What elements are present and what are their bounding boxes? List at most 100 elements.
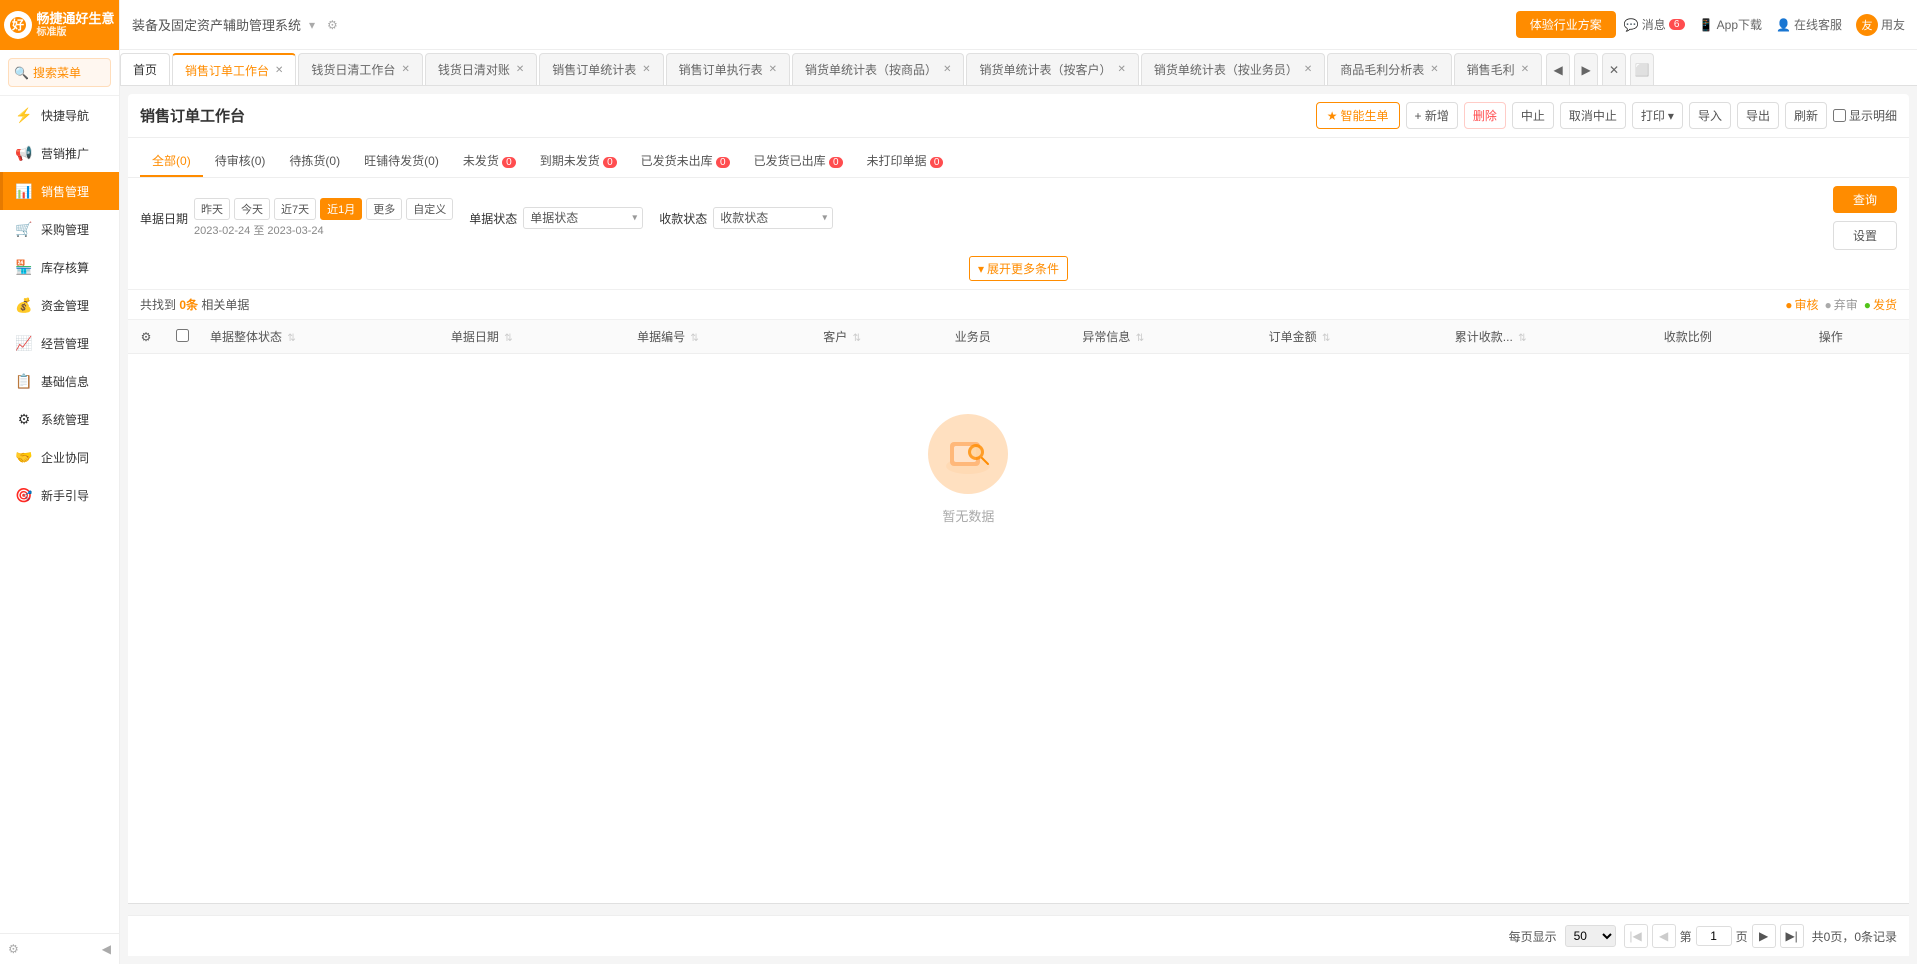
sub-tab-pending-review[interactable]: 待审核(0) <box>203 146 278 177</box>
sidebar-item-inventory[interactable]: 🏪 库存核算 <box>0 248 119 286</box>
tab-overflow-prev[interactable]: ◀ <box>1546 53 1570 85</box>
tab-close-sales-gross[interactable]: ✕ <box>1521 64 1529 75</box>
tab-close-cash-reconcile[interactable]: ✕ <box>516 64 524 75</box>
sidebar-item-basic[interactable]: 📋 基础信息 <box>0 362 119 400</box>
tab-close-sales-stat-by-product[interactable]: ✕ <box>943 64 951 75</box>
tab-sales-gross[interactable]: 销售毛利 ✕ <box>1454 53 1542 85</box>
sort-amount-icon[interactable]: ⇅ <box>1322 333 1330 344</box>
sort-date-icon[interactable]: ⇅ <box>504 333 512 344</box>
th-settings[interactable]: ⚙ <box>128 320 164 354</box>
topbar-settings-icon[interactable]: ⚙ <box>327 18 338 32</box>
import-button[interactable]: 导入 <box>1689 102 1731 129</box>
message-button[interactable]: 💬 消息 6 <box>1624 16 1685 33</box>
date-btn-1month[interactable]: 近1月 <box>320 198 362 220</box>
status-select[interactable]: 单据状态 <box>523 207 643 229</box>
date-btn-today[interactable]: 今天 <box>234 198 270 220</box>
app-download-button[interactable]: 📱 App下载 <box>1699 16 1762 33</box>
next-page-button[interactable]: ▶ <box>1752 924 1776 948</box>
print-button[interactable]: 打印 ▾ <box>1632 102 1683 129</box>
sub-tab-all[interactable]: 全部(0) <box>140 146 203 177</box>
tab-sales-stat-by-product[interactable]: 销货单统计表（按商品） ✕ <box>792 53 964 85</box>
expand-filter-button[interactable]: ▾ 展开更多条件 <box>969 256 1068 281</box>
sidebar-item-sales[interactable]: 📊 销售管理 <box>0 172 119 210</box>
finance-icon: 💰 <box>15 296 33 314</box>
sort-collected-icon[interactable]: ⇅ <box>1518 333 1526 344</box>
sidebar-item-guide[interactable]: 🎯 新手引导 <box>0 476 119 514</box>
date-btn-more[interactable]: 更多 <box>366 198 402 220</box>
first-page-button[interactable]: |◀ <box>1624 924 1648 948</box>
sidebar-item-enterprise[interactable]: 🤝 企业协同 <box>0 438 119 476</box>
tab-close-sales-order-stat[interactable]: ✕ <box>642 64 650 75</box>
date-btn-yesterday[interactable]: 昨天 <box>194 198 230 220</box>
set-button[interactable]: 设置 <box>1833 221 1897 250</box>
search-menu-button[interactable]: 🔍 搜索菜单 <box>8 58 111 87</box>
sub-tab-not-printed[interactable]: 未打印单据 0 <box>855 146 956 177</box>
tab-product-margin[interactable]: 商品毛利分析表 ✕ <box>1327 53 1451 85</box>
delete-button[interactable]: 删除 <box>1464 102 1506 129</box>
sidebar-item-operation[interactable]: 📈 经营管理 <box>0 324 119 362</box>
sidebar-item-purchase[interactable]: 🛒 采购管理 <box>0 210 119 248</box>
tab-close-all[interactable]: ✕ <box>1602 53 1626 85</box>
industry-plan-button[interactable]: 体验行业方案 <box>1516 11 1616 38</box>
horizontal-scrollbar[interactable] <box>128 903 1909 915</box>
online-service-button[interactable]: 👤 在线客服 <box>1776 16 1842 33</box>
last-page-button[interactable]: ▶| <box>1780 924 1804 948</box>
void-action-button[interactable]: ● 弃审 <box>1824 296 1857 313</box>
sub-tab-shipped-out-warehouse[interactable]: 已发货已出库 0 <box>742 146 855 177</box>
payment-select[interactable]: 收款状态 <box>713 207 833 229</box>
sort-abnormal-icon[interactable]: ⇅ <box>1136 333 1144 344</box>
page-number-input[interactable] <box>1696 926 1732 946</box>
tab-sales-stat-by-customer[interactable]: 销货单统计表（按客户） ✕ <box>966 53 1138 85</box>
tab-sales-order-exec[interactable]: 销售订单执行表 ✕ <box>666 53 790 85</box>
sub-tab-pending-inspect[interactable]: 待拣货(0) <box>277 146 352 177</box>
tab-sales-order-stat[interactable]: 销售订单统计表 ✕ <box>539 53 663 85</box>
sidebar-item-finance[interactable]: 💰 资金管理 <box>0 286 119 324</box>
sub-tab-shipped-not-warehouse[interactable]: 已发货未出库 0 <box>629 146 742 177</box>
tab-maximize[interactable]: ⬜ <box>1630 53 1654 85</box>
tab-close-sales-order-workbench[interactable]: ✕ <box>275 65 283 76</box>
sort-number-icon[interactable]: ⇅ <box>690 333 698 344</box>
cancel-stop-button[interactable]: 取消中止 <box>1560 102 1626 129</box>
tab-home[interactable]: 首页 <box>120 53 170 85</box>
show-detail-checkbox[interactable]: 显示明细 <box>1833 107 1897 124</box>
sidebar-item-quick-nav[interactable]: ⚡ 快捷导航 <box>0 96 119 134</box>
date-btn-7days[interactable]: 近7天 <box>274 198 316 220</box>
tab-cash-daily[interactable]: 钱货日清工作台 ✕ <box>298 53 422 85</box>
smart-generate-button[interactable]: ★ 智能生单 <box>1316 102 1400 129</box>
sidebar-item-marketing[interactable]: 📢 营销推广 <box>0 134 119 172</box>
ship-dot: ● <box>1864 298 1871 312</box>
tab-close-sales-stat-by-staff[interactable]: ✕ <box>1304 64 1312 75</box>
export-button[interactable]: 导出 <box>1737 102 1779 129</box>
select-all-checkbox[interactable] <box>176 329 189 342</box>
sidebar-item-system[interactable]: ⚙ 系统管理 <box>0 400 119 438</box>
review-action-button[interactable]: ● 审核 <box>1785 296 1818 313</box>
tab-close-sales-stat-by-customer[interactable]: ✕ <box>1117 64 1125 75</box>
sort-status-icon[interactable]: ⇅ <box>287 333 295 344</box>
sub-tab-overdue-not-shipped[interactable]: 到期未发货 0 <box>528 146 629 177</box>
add-button[interactable]: + 新增 <box>1406 102 1458 129</box>
sub-tab-wangpu[interactable]: 旺铺待发货(0) <box>352 146 451 177</box>
ship-action-button[interactable]: ● 发货 <box>1864 296 1897 313</box>
sub-tab-not-shipped[interactable]: 未发货 0 <box>451 146 528 177</box>
prev-page-button[interactable]: ◀ <box>1652 924 1676 948</box>
tab-sales-stat-by-staff[interactable]: 销货单统计表（按业务员） ✕ <box>1141 53 1325 85</box>
page-size-select[interactable]: 50 10 20 100 <box>1565 925 1616 947</box>
tab-close-product-margin[interactable]: ✕ <box>1430 64 1438 75</box>
shipped-out-badge: 0 <box>829 157 843 168</box>
tab-cash-reconcile[interactable]: 钱货日清对账 ✕ <box>425 53 537 85</box>
stop-button[interactable]: 中止 <box>1512 102 1554 129</box>
tab-close-sales-order-exec[interactable]: ✕ <box>769 64 777 75</box>
date-btn-custom[interactable]: 自定义 <box>406 198 453 220</box>
user-button[interactable]: 友 用友 <box>1856 14 1905 36</box>
show-detail-input[interactable] <box>1833 109 1846 122</box>
settings-icon[interactable]: ⚙ <box>8 942 19 956</box>
collapse-icon[interactable]: ◀ <box>102 942 111 956</box>
topbar-dropdown-icon[interactable]: ▾ <box>309 18 315 32</box>
tab-sales-order-workbench[interactable]: 销售订单工作台 ✕ <box>172 53 296 85</box>
th-checkbox[interactable] <box>164 320 200 354</box>
tab-close-cash-daily[interactable]: ✕ <box>401 64 409 75</box>
refresh-button[interactable]: 刷新 <box>1785 102 1827 129</box>
tab-overflow-next[interactable]: ▶ <box>1574 53 1598 85</box>
query-button[interactable]: 查询 <box>1833 186 1897 213</box>
sort-customer-icon[interactable]: ⇅ <box>853 333 861 344</box>
